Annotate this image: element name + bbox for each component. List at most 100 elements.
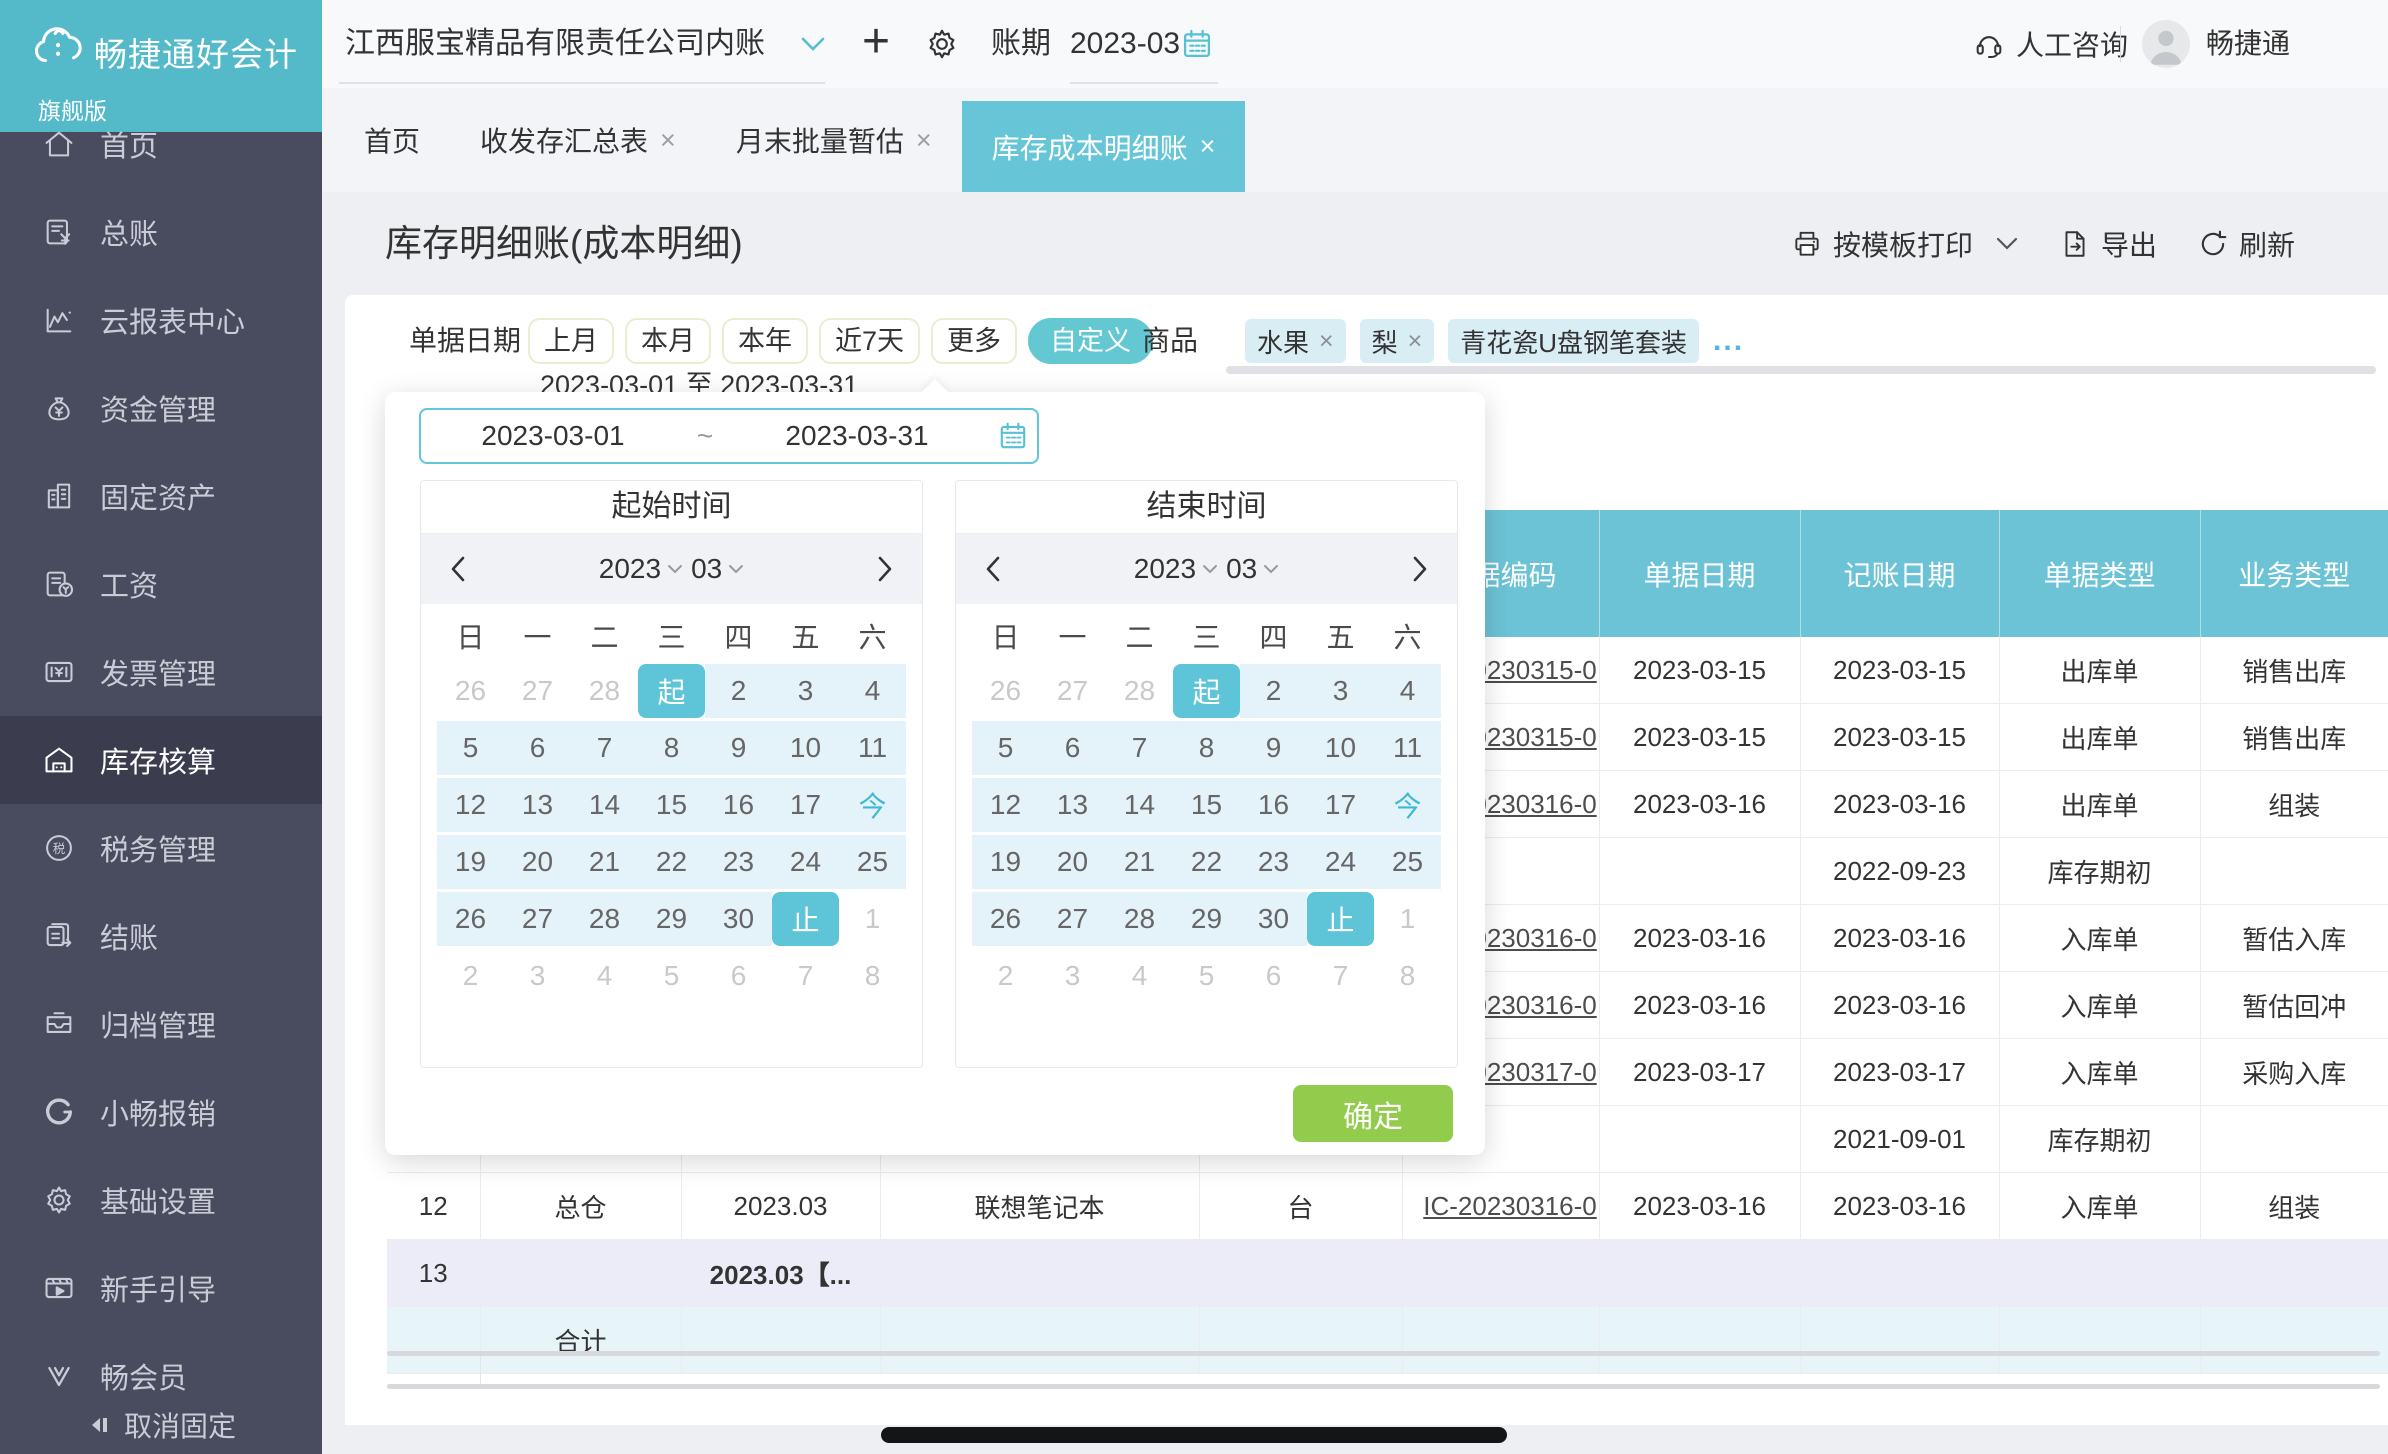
chevron-down-icon[interactable] — [800, 36, 826, 52]
calendar-day[interactable]: 15 — [1173, 778, 1240, 832]
prev-month-icon[interactable] — [982, 554, 1022, 584]
calendar-day[interactable]: 7 — [772, 949, 839, 1003]
product-tag[interactable]: 梨 × — [1359, 319, 1435, 363]
unpin-button[interactable]: 取消固定 — [0, 1396, 322, 1454]
calendar-day-today[interactable]: 今 — [839, 778, 906, 832]
calendar-day[interactable]: 17 — [772, 778, 839, 832]
calendar-day[interactable]: 27 — [504, 892, 571, 946]
calendar-day[interactable]: 5 — [437, 721, 504, 775]
calendar-day-start[interactable]: 起 — [638, 664, 705, 718]
next-month-icon[interactable] — [1391, 554, 1431, 584]
tab-月末批量暂估[interactable]: 月末批量暂估 × — [706, 88, 962, 192]
calendar-day[interactable]: 25 — [1374, 835, 1441, 889]
date-option-pill[interactable]: 本月 — [625, 318, 711, 364]
calendar-day-start[interactable]: 起 — [1173, 664, 1240, 718]
calendar-day[interactable]: 29 — [1173, 892, 1240, 946]
calendar-day[interactable]: 24 — [772, 835, 839, 889]
prev-month-icon[interactable] — [447, 554, 487, 584]
sidebar-item-ledger[interactable]: 总账 — [0, 188, 322, 276]
doc-code-link[interactable]: IC-20230316-0 — [1423, 1191, 1596, 1221]
refresh-button[interactable]: 刷新 — [2197, 224, 2295, 264]
chevron-down-icon[interactable] — [1995, 236, 2019, 251]
calendar-day[interactable]: 7 — [1106, 721, 1173, 775]
calendar-day[interactable]: 30 — [705, 892, 772, 946]
calendar-day[interactable]: 3 — [1039, 949, 1106, 1003]
calendar-day[interactable]: 8 — [1173, 721, 1240, 775]
calendar-day[interactable]: 26 — [972, 892, 1039, 946]
sidebar-item-home[interactable]: 首页 — [0, 100, 322, 188]
sidebar-item-invoice[interactable]: 发票管理 — [0, 628, 322, 716]
calendar-day[interactable]: 28 — [1106, 664, 1173, 718]
calendar-day[interactable]: 11 — [839, 721, 906, 775]
calendar-day[interactable]: 25 — [839, 835, 906, 889]
horizontal-scrollbar-bottom[interactable] — [387, 1351, 2380, 1356]
calendar-day[interactable]: 13 — [1039, 778, 1106, 832]
calendar-day[interactable]: 5 — [972, 721, 1039, 775]
more-tags-ellipsis[interactable]: ... — [1713, 319, 1744, 363]
tab-库存成本明细账[interactable]: 库存成本明细账 × — [961, 101, 1246, 192]
calendar-day[interactable]: 10 — [772, 721, 839, 775]
calendar-day[interactable]: 28 — [571, 664, 638, 718]
calendar-day-today[interactable]: 今 — [1374, 778, 1441, 832]
calendar-day[interactable]: 6 — [1240, 949, 1307, 1003]
sidebar-item-closing[interactable]: 结账 — [0, 892, 322, 980]
sidebar-item-tax[interactable]: 税 税务管理 — [0, 804, 322, 892]
calendar-day[interactable]: 2 — [972, 949, 1039, 1003]
add-account-button[interactable]: + — [862, 0, 890, 88]
close-icon[interactable]: × — [660, 125, 676, 156]
calendar-day[interactable]: 9 — [705, 721, 772, 775]
horizontal-scrollbar-top[interactable] — [1226, 366, 2376, 374]
month-select[interactable]: 03 — [691, 553, 744, 585]
calendar-day[interactable]: 21 — [1106, 835, 1173, 889]
date-option-pill[interactable]: 上月 — [528, 318, 614, 364]
calendar-day[interactable]: 26 — [437, 892, 504, 946]
calendar-day[interactable]: 1 — [839, 892, 906, 946]
calendar-day[interactable]: 20 — [504, 835, 571, 889]
avatar[interactable] — [2142, 20, 2190, 68]
calendar-day[interactable]: 14 — [571, 778, 638, 832]
end-date-value[interactable]: 2023-03-31 — [725, 420, 989, 452]
calendar-day[interactable]: 15 — [638, 778, 705, 832]
calendar-day[interactable]: 27 — [504, 664, 571, 718]
calendar-day[interactable]: 3 — [504, 949, 571, 1003]
calendar-day[interactable]: 8 — [839, 949, 906, 1003]
calendar-day[interactable]: 30 — [1240, 892, 1307, 946]
calendar-day[interactable]: 26 — [437, 664, 504, 718]
tab-收发存汇总表[interactable]: 收发存汇总表 × — [450, 88, 706, 192]
year-select[interactable]: 2023 — [599, 553, 683, 585]
calendar-day[interactable]: 14 — [1106, 778, 1173, 832]
support-button[interactable]: 人工咨询 — [1972, 0, 2128, 88]
gear-icon[interactable] — [924, 26, 960, 62]
month-select[interactable]: 03 — [1226, 553, 1279, 585]
calendar-day[interactable]: 12 — [437, 778, 504, 832]
calendar-day[interactable]: 10 — [1307, 721, 1374, 775]
calendar-day-end[interactable]: 止 — [772, 892, 839, 946]
calendar-day[interactable]: 17 — [1307, 778, 1374, 832]
calendar-day[interactable]: 28 — [1106, 892, 1173, 946]
company-select[interactable]: 江西服宝精品有限责任公司内账 — [345, 0, 765, 88]
calendar-day[interactable]: 19 — [972, 835, 1039, 889]
date-option-custom[interactable]: 自定义 — [1028, 318, 1154, 364]
calendar-day[interactable]: 3 — [772, 664, 839, 718]
calendar-day[interactable]: 4 — [839, 664, 906, 718]
calendar-day[interactable]: 9 — [1240, 721, 1307, 775]
start-date-value[interactable]: 2023-03-01 — [421, 420, 685, 452]
next-month-icon[interactable] — [856, 554, 896, 584]
calendar-day[interactable]: 5 — [638, 949, 705, 1003]
date-range-input[interactable]: 2023-03-01 ~ 2023-03-31 — [419, 408, 1039, 464]
calendar-day[interactable]: 20 — [1039, 835, 1106, 889]
calendar-day[interactable]: 22 — [638, 835, 705, 889]
date-option-pill[interactable]: 本年 — [722, 318, 808, 364]
calendar-day[interactable]: 4 — [1374, 664, 1441, 718]
calendar-day[interactable]: 12 — [972, 778, 1039, 832]
calendar-day[interactable]: 1 — [1374, 892, 1441, 946]
calendar-day[interactable]: 23 — [1240, 835, 1307, 889]
calendar-day[interactable]: 6 — [705, 949, 772, 1003]
calendar-day[interactable]: 16 — [705, 778, 772, 832]
calendar-day[interactable]: 3 — [1307, 664, 1374, 718]
close-icon[interactable]: × — [916, 125, 932, 156]
calendar-day[interactable]: 4 — [1106, 949, 1173, 1003]
bottom-scrollbar[interactable] — [881, 1427, 1507, 1443]
calendar-day[interactable]: 13 — [504, 778, 571, 832]
calendar-day[interactable]: 6 — [504, 721, 571, 775]
